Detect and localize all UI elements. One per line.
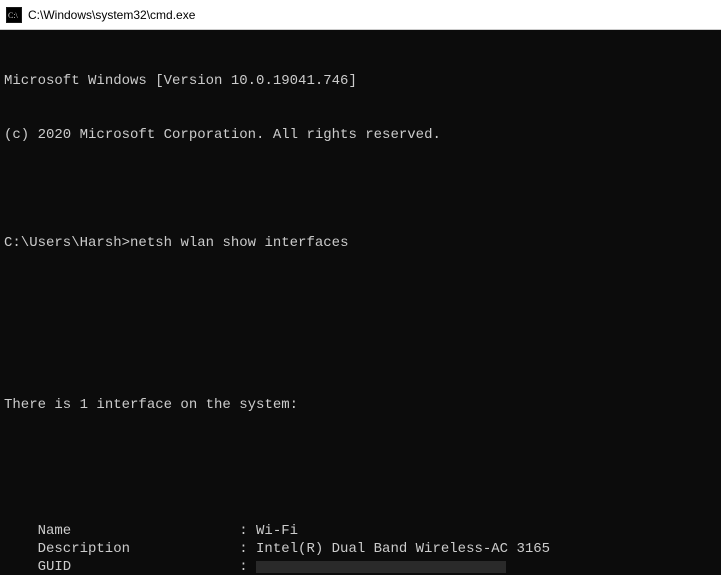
cmd-icon: C:\	[6, 7, 22, 23]
window-title: C:\Windows\system32\cmd.exe	[28, 8, 715, 22]
console-output[interactable]: Microsoft Windows [Version 10.0.19041.74…	[0, 30, 721, 575]
fields-container: Name: Wi-FiDescription: Intel(R) Dual Ba…	[4, 522, 717, 575]
field-sep: :	[239, 558, 256, 575]
field-label: Name	[4, 522, 239, 540]
field-sep: :	[239, 540, 256, 558]
field-sep: :	[239, 522, 256, 540]
field-label: GUID	[4, 558, 239, 575]
blank-line	[4, 288, 717, 306]
field-value: Intel(R) Dual Band Wireless-AC 3165	[256, 540, 717, 558]
redacted-block	[256, 561, 506, 573]
prompt-line: C:\Users\Harsh>netsh wlan show interface…	[4, 234, 717, 252]
field-row: Description: Intel(R) Dual Band Wireless…	[4, 540, 717, 558]
field-label: Description	[4, 540, 239, 558]
banner-line-2: (c) 2020 Microsoft Corporation. All righ…	[4, 126, 717, 144]
cmd-window: C:\ C:\Windows\system32\cmd.exe Microsof…	[0, 0, 721, 575]
field-row: GUID:	[4, 558, 717, 575]
svg-text:C:\: C:\	[8, 11, 19, 20]
titlebar[interactable]: C:\ C:\Windows\system32\cmd.exe	[0, 0, 721, 30]
prompt-cwd: C:\Users\Harsh>	[4, 235, 130, 251]
banner-line-1: Microsoft Windows [Version 10.0.19041.74…	[4, 72, 717, 90]
interface-header: There is 1 interface on the system:	[4, 396, 717, 414]
field-value: Wi-Fi	[256, 522, 717, 540]
prompt-command: netsh wlan show interfaces	[130, 235, 348, 251]
blank-line	[4, 450, 717, 468]
field-row: Name: Wi-Fi	[4, 522, 717, 540]
field-value	[256, 558, 717, 575]
blank-line	[4, 342, 717, 360]
blank-line	[4, 180, 717, 198]
